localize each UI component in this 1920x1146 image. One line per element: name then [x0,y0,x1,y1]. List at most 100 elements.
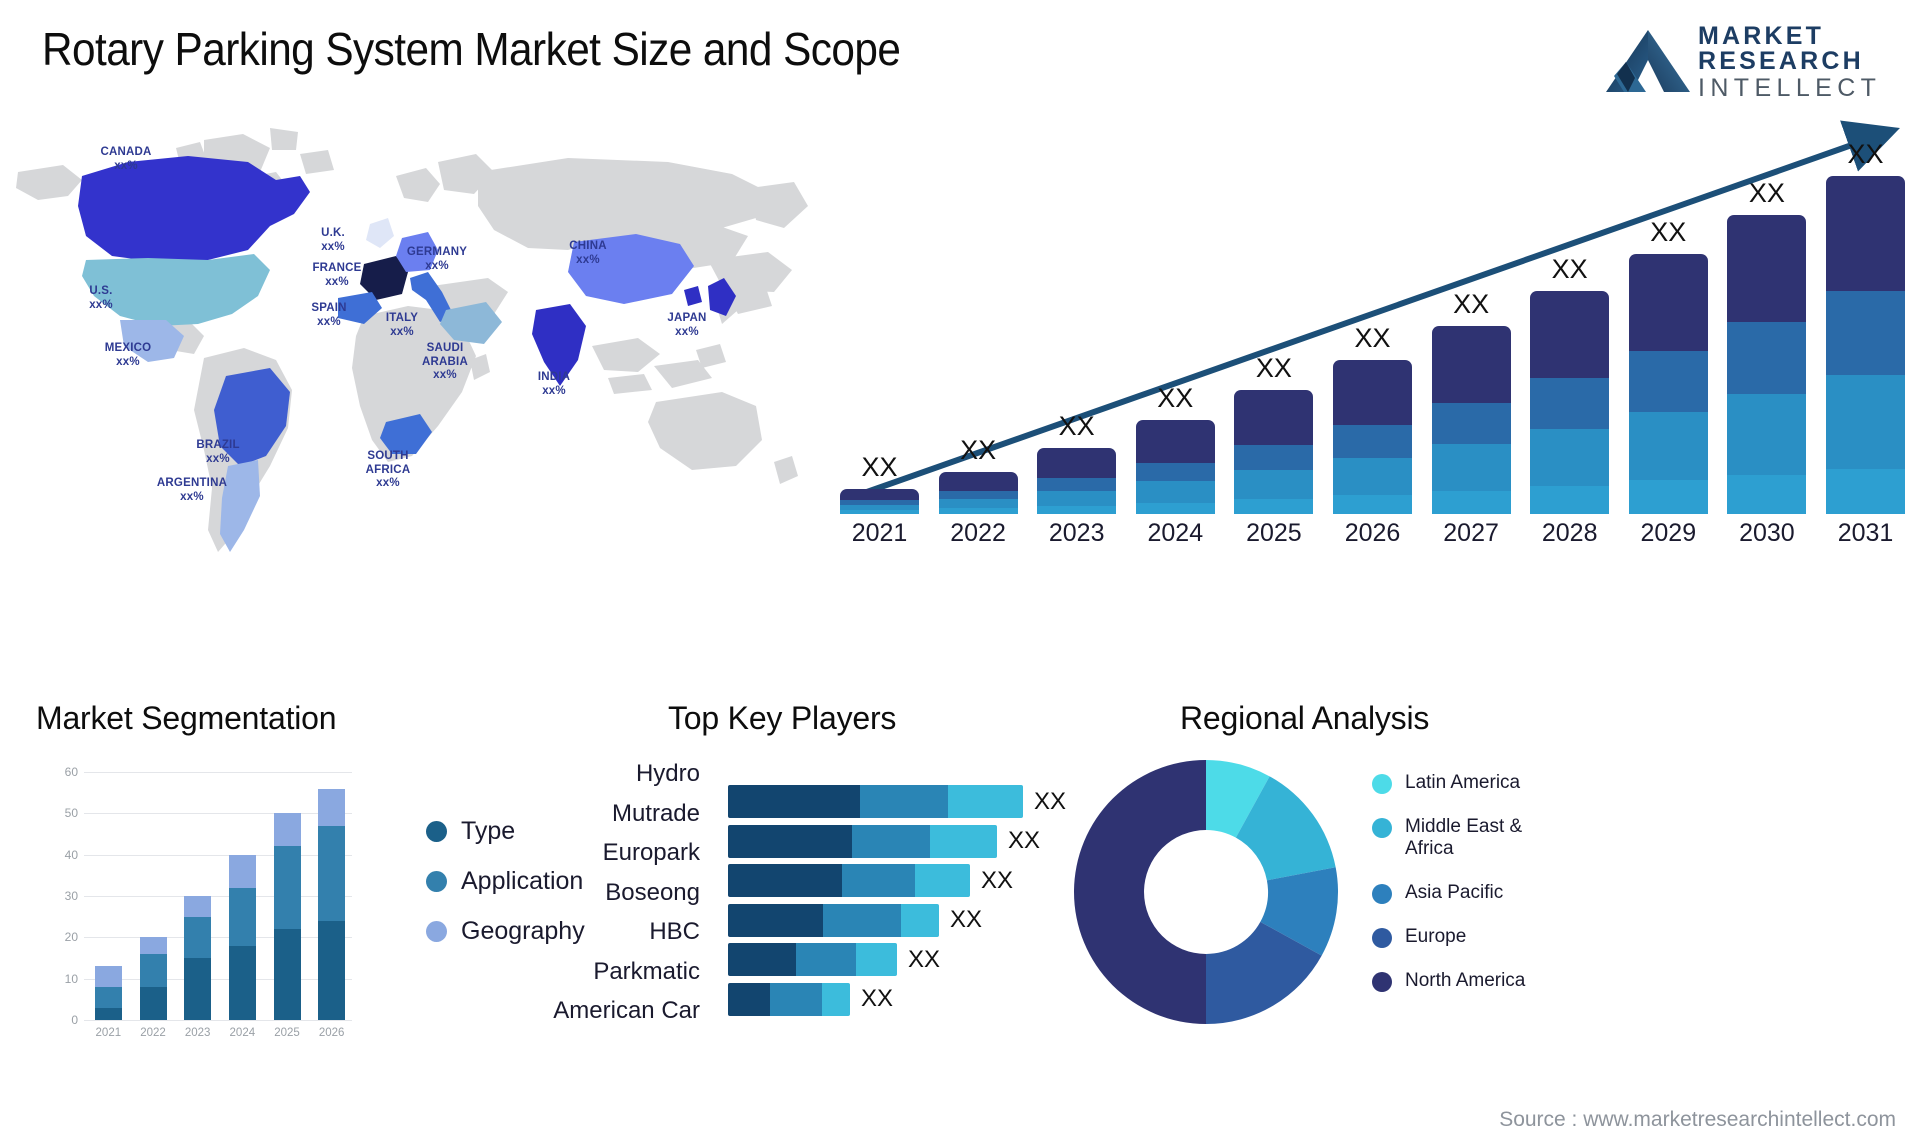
segmentation-x-label-2023: 2023 [184,1027,211,1039]
player-name-parkmatic: Parkmatic [593,957,700,985]
regional-legend-label: Latin America [1405,772,1521,793]
player-segment-segment-dark [728,943,796,976]
regional-legend-item-middle-east-africa: Middle East & Africa [1372,816,1525,860]
growth-segment-segment-4 [1628,253,1708,352]
segmentation-bar-2026: 2026 [318,788,346,1039]
player-segment-segment-mid [796,943,856,976]
growth-value-label: XX [1748,178,1785,209]
regional-legend-item-north-america: North America [1372,970,1525,992]
brand-logo: MARKET RESEARCH INTELLECT [1602,18,1902,102]
player-segment-segment-dark [728,982,770,1016]
segmentation-segment-type [184,958,212,1020]
growth-bar [1826,176,1905,514]
world-map-panel: CANADA xx% U.S. xx% MEXICO xx% BRAZIL xx% ARGENT… [8,110,818,565]
player-segment-segment-dark [728,785,860,818]
growth-segment-segment-3 [1135,462,1215,482]
growth-value-label: XX [1453,288,1490,319]
growth-segment-segment-3 [1431,402,1511,444]
segmentation-legend-label: Type [461,816,516,845]
growth-segment-segment-4 [1135,420,1215,463]
map-label-u-s: U.S. xx% [89,285,113,311]
player-bar [728,864,970,897]
growth-segment-segment-1 [840,510,919,514]
player-name-europark: Europark [602,839,700,866]
segmentation-gridline [84,896,352,897]
segmentation-gridline [84,854,352,856]
growth-value-label: XX [960,434,997,465]
segmentation-gridline [84,937,352,939]
segmentation-segment-geography [139,937,167,954]
growth-segment-segment-1 [1234,499,1314,514]
growth-bar [1530,291,1610,514]
growth-segment-segment-4 [1333,359,1412,426]
growth-segment-segment-2 [1826,375,1905,470]
growth-value-label: XX [1551,254,1588,285]
segmentation-segment-geography [184,896,212,917]
segmentation-x-label-2024: 2024 [229,1027,256,1039]
regional-legend-item-latin-america: Latin America [1372,772,1525,794]
growth-segment-segment-2 [1037,490,1117,506]
segmentation-bar-2025: 2025 [273,813,301,1039]
player-bar [728,903,939,937]
legend-dot-icon [426,920,447,942]
growth-year-label-2028: 2028 [1541,519,1598,547]
player-segment-segment-light [930,824,997,858]
growth-segment-segment-1 [1333,495,1412,514]
segmentation-gridline [84,1020,352,1021]
player-segment-segment-mid [842,864,915,897]
player-value-label: XX [981,866,1014,894]
map-country-uk [366,218,394,248]
growth-segment-segment-4 [1037,447,1117,478]
growth-column-2021: XX [840,176,919,514]
map-label-south-africa: SOUTH AFRICA xx% [365,450,411,489]
segmentation-x-label-2026: 2026 [318,1027,345,1039]
market-segmentation-title: Market Segmentation [36,700,337,736]
growth-segment-segment-2 [1234,470,1314,500]
segmentation-bar-2024: 2024 [228,854,256,1039]
player-name-american-car: American Car [553,997,700,1024]
regional-analysis-panel: Regional Analysis Latin America Middle Ea… [1050,700,1910,1120]
growth-column-2023: XX [1037,176,1117,514]
segmentation-segment-application [139,953,167,987]
player-bar [728,982,850,1016]
legend-dot-icon [426,870,447,892]
top-key-players-panel: Top Key Players Hydro Mutrade Europark Bose… [520,700,1120,1120]
segmentation-segment-geography [228,854,256,888]
growth-year-label-2025: 2025 [1246,519,1302,547]
player-bar [728,943,897,976]
segmentation-segment-application [94,986,122,1008]
segmentation-segment-geography [273,813,301,847]
player-bar [728,824,997,858]
segmentation-bar-2022: 2022 [139,937,167,1039]
growth-column-2025: XX [1234,176,1314,514]
logo-line-research: RESEARCH [1698,47,1864,75]
growth-year-label-2026: 2026 [1344,519,1401,547]
growth-value-label: XX [1650,216,1687,247]
growth-segment-segment-2 [938,499,1018,509]
growth-segment-segment-4 [1530,291,1610,379]
growth-year-label-2029: 2029 [1640,519,1697,547]
player-value-label: XX [861,985,894,1012]
player-name-mutrade: Mutrade [611,799,700,827]
map-label-spain: SPAIN xx% [311,302,347,328]
segmentation-segment-type [94,1007,122,1020]
mountain-m-logo-icon [1606,30,1690,92]
regional-analysis-legend: Latin America Middle East & Africa Asia Pa… [1372,772,1525,1014]
growth-segment-segment-4 [1826,176,1905,292]
growth-value-label: XX [1255,353,1292,384]
player-segment-segment-dark [728,824,852,858]
growth-bar [840,488,919,514]
growth-value-label: XX [1354,322,1391,353]
segmentation-x-label-2021: 2021 [95,1027,122,1039]
regional-legend-label: North America [1405,970,1526,991]
segmentation-segment-application [228,887,256,946]
player-segment-segment-mid [852,824,930,858]
map-label-germany: GERMANY xx% [406,246,468,272]
growth-column-2022: XX [938,176,1018,514]
page-header: Rotary Parking System Market Size and Sc… [0,0,1920,118]
growth-segment-segment-3 [938,490,1018,500]
map-label-italy: ITALY xx% [385,312,419,338]
player-name-boseong: Boseong [605,878,700,906]
segmentation-gridline [84,813,352,815]
player-segment-segment-light [948,785,1023,818]
